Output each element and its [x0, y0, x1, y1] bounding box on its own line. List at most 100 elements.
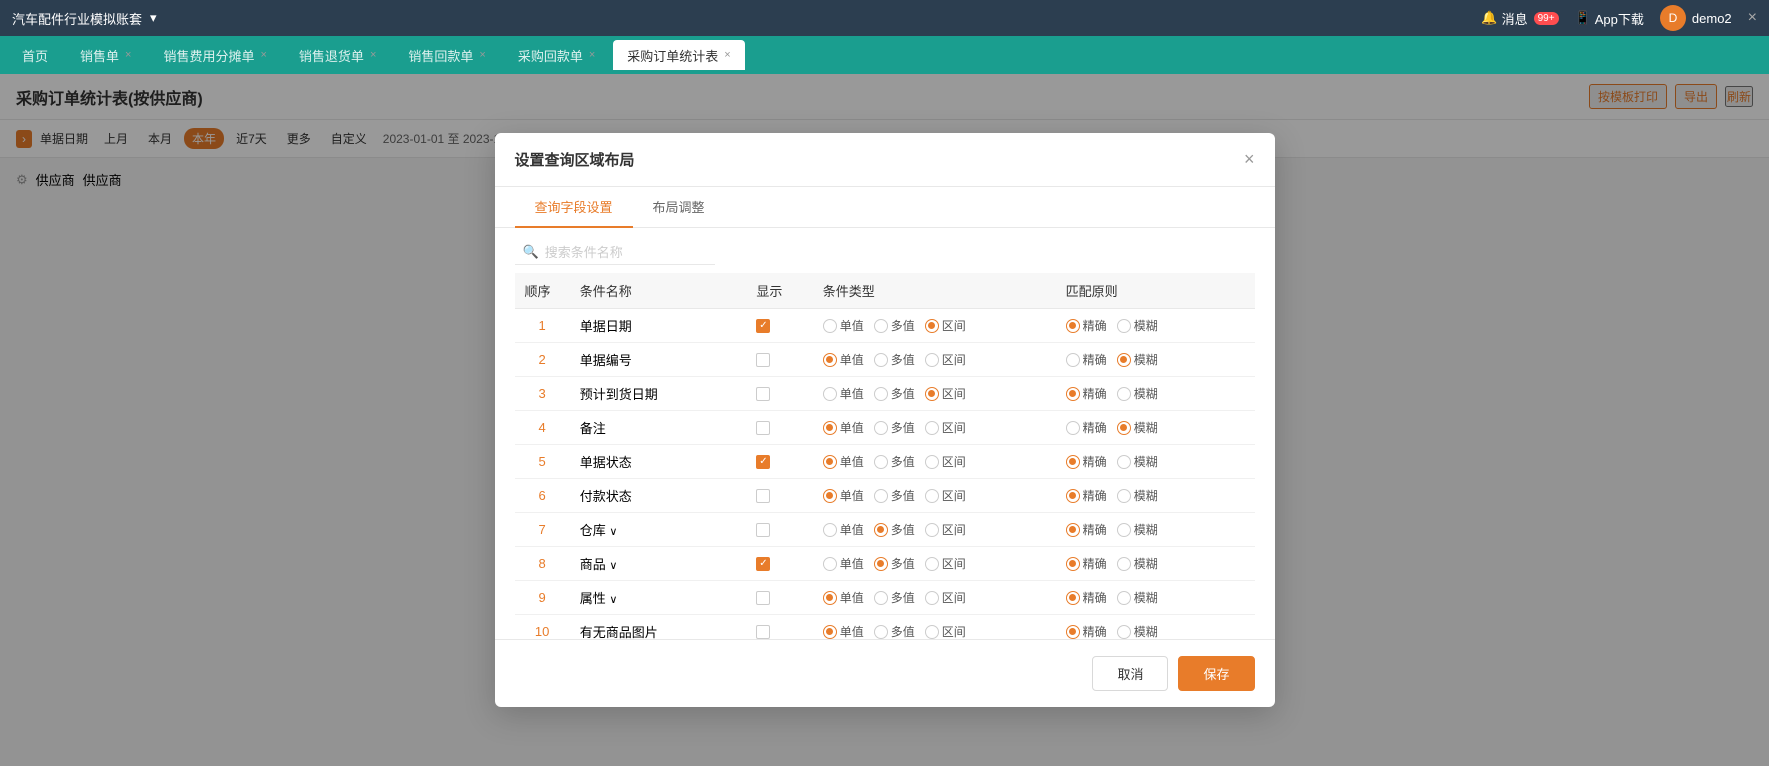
checkbox[interactable] [756, 489, 770, 503]
radio-type-单值[interactable]: 单值 [823, 623, 864, 639]
nav-expense-close[interactable]: × [260, 49, 266, 61]
row-display-checkbox[interactable] [746, 343, 812, 377]
search-input[interactable] [545, 245, 695, 260]
radio-type-区间[interactable]: 区间 [925, 521, 966, 538]
radio-type-多值[interactable]: 多值 [874, 385, 915, 402]
notification-button[interactable]: 🔔 消息 99+ [1481, 9, 1558, 28]
radio-match-精确[interactable]: 精确 [1066, 487, 1107, 504]
radio-circle [925, 353, 939, 367]
radio-type-多值[interactable]: 多值 [874, 487, 915, 504]
radio-type-区间[interactable]: 区间 [925, 351, 966, 368]
radio-type-多值[interactable]: 多值 [874, 521, 915, 538]
save-button[interactable]: 保存 [1178, 656, 1254, 691]
tab-layout[interactable]: 布局调整 [633, 187, 725, 228]
radio-match-精确[interactable]: 精确 [1066, 453, 1107, 470]
row-display-checkbox[interactable] [746, 445, 812, 479]
checkbox[interactable] [756, 353, 770, 367]
radio-match-模糊[interactable]: 模糊 [1117, 317, 1158, 334]
radio-match-模糊[interactable]: 模糊 [1117, 521, 1158, 538]
checkbox[interactable] [756, 523, 770, 537]
radio-type-单值[interactable]: 单值 [823, 555, 864, 572]
checkbox[interactable] [756, 625, 770, 639]
checkbox[interactable] [756, 421, 770, 435]
checkbox[interactable] [756, 319, 770, 333]
row-display-checkbox[interactable] [746, 615, 812, 640]
radio-match-精确[interactable]: 精确 [1066, 419, 1107, 436]
radio-type-多值[interactable]: 多值 [874, 623, 915, 639]
radio-type-区间[interactable]: 区间 [925, 453, 966, 470]
radio-type-单值[interactable]: 单值 [823, 487, 864, 504]
radio-match-精确[interactable]: 精确 [1066, 351, 1107, 368]
radio-type-区间[interactable]: 区间 [925, 589, 966, 606]
row-display-checkbox[interactable] [746, 309, 812, 343]
nav-item-purchase-stat[interactable]: 采购订单统计表 × [613, 40, 744, 70]
radio-type-单值[interactable]: 单值 [823, 453, 864, 470]
radio-match-模糊[interactable]: 模糊 [1117, 385, 1158, 402]
radio-type-区间[interactable]: 区间 [925, 317, 966, 334]
checkbox[interactable] [756, 591, 770, 605]
radio-match-模糊[interactable]: 模糊 [1117, 351, 1158, 368]
radio-match-模糊[interactable]: 模糊 [1117, 555, 1158, 572]
radio-type-区间[interactable]: 区间 [925, 623, 966, 639]
radio-type-多值[interactable]: 多值 [874, 453, 915, 470]
nav-item-return[interactable]: 销售退货单 × [285, 40, 390, 70]
tab-query-fields[interactable]: 查询字段设置 [515, 187, 633, 228]
radio-type-多值[interactable]: 多值 [874, 419, 915, 436]
checkbox[interactable] [756, 455, 770, 469]
nav-item-sales[interactable]: 销售单 × [66, 40, 145, 70]
nav-purchase-receipt-close[interactable]: × [589, 49, 595, 61]
top-bar-close-button[interactable]: × [1748, 9, 1757, 27]
checkbox[interactable] [756, 387, 770, 401]
checkbox[interactable] [756, 557, 770, 571]
radio-type-多值[interactable]: 多值 [874, 589, 915, 606]
nav-item-expense[interactable]: 销售费用分摊单 × [149, 40, 280, 70]
row-display-checkbox[interactable] [746, 479, 812, 513]
row-display-checkbox[interactable] [746, 411, 812, 445]
radio-match-精确[interactable]: 精确 [1066, 385, 1107, 402]
radio-match-模糊[interactable]: 模糊 [1117, 589, 1158, 606]
row-display-checkbox[interactable] [746, 581, 812, 615]
radio-label: 精确 [1083, 589, 1107, 606]
radio-type-单值[interactable]: 单值 [823, 317, 864, 334]
app-download-button[interactable]: 📱 App下载 [1575, 9, 1644, 28]
radio-type-单值[interactable]: 单值 [823, 385, 864, 402]
radio-match-精确[interactable]: 精确 [1066, 521, 1107, 538]
radio-match-模糊[interactable]: 模糊 [1117, 487, 1158, 504]
radio-match-精确[interactable]: 精确 [1066, 555, 1107, 572]
row-order: 3 [515, 377, 570, 411]
app-dropdown-icon[interactable]: ▾ [150, 10, 157, 26]
dialog-close-button[interactable]: × [1244, 149, 1255, 170]
radio-label: 模糊 [1134, 521, 1158, 538]
radio-type-区间[interactable]: 区间 [925, 487, 966, 504]
radio-match-精确[interactable]: 精确 [1066, 317, 1107, 334]
nav-expense-label: 销售费用分摊单 [163, 46, 254, 65]
radio-type-区间[interactable]: 区间 [925, 385, 966, 402]
radio-match-模糊[interactable]: 模糊 [1117, 453, 1158, 470]
row-display-checkbox[interactable] [746, 547, 812, 581]
radio-type-区间[interactable]: 区间 [925, 419, 966, 436]
user-area[interactable]: D demo2 [1660, 5, 1732, 31]
radio-type-区间[interactable]: 区间 [925, 555, 966, 572]
radio-type-多值[interactable]: 多值 [874, 351, 915, 368]
nav-item-home[interactable]: 首页 [8, 40, 62, 70]
radio-match-精确[interactable]: 精确 [1066, 623, 1107, 639]
nav-item-receipt[interactable]: 销售回款单 × [394, 40, 499, 70]
cancel-button[interactable]: 取消 [1092, 656, 1168, 691]
radio-type-单值[interactable]: 单值 [823, 521, 864, 538]
row-display-checkbox[interactable] [746, 377, 812, 411]
radio-type-单值[interactable]: 单值 [823, 419, 864, 436]
row-display-checkbox[interactable] [746, 513, 812, 547]
radio-type-单值[interactable]: 单值 [823, 589, 864, 606]
radio-type-单值[interactable]: 单值 [823, 351, 864, 368]
nav-purchase-stat-close[interactable]: × [724, 49, 730, 61]
radio-match-精确[interactable]: 精确 [1066, 589, 1107, 606]
radio-match-模糊[interactable]: 模糊 [1117, 419, 1158, 436]
username-label[interactable]: demo2 [1692, 11, 1732, 26]
radio-match-模糊[interactable]: 模糊 [1117, 623, 1158, 639]
radio-type-多值[interactable]: 多值 [874, 317, 915, 334]
radio-type-多值[interactable]: 多值 [874, 555, 915, 572]
nav-item-purchase-receipt[interactable]: 采购回款单 × [504, 40, 609, 70]
nav-receipt-close[interactable]: × [479, 49, 485, 61]
nav-return-close[interactable]: × [370, 49, 376, 61]
nav-sales-close[interactable]: × [125, 49, 131, 61]
